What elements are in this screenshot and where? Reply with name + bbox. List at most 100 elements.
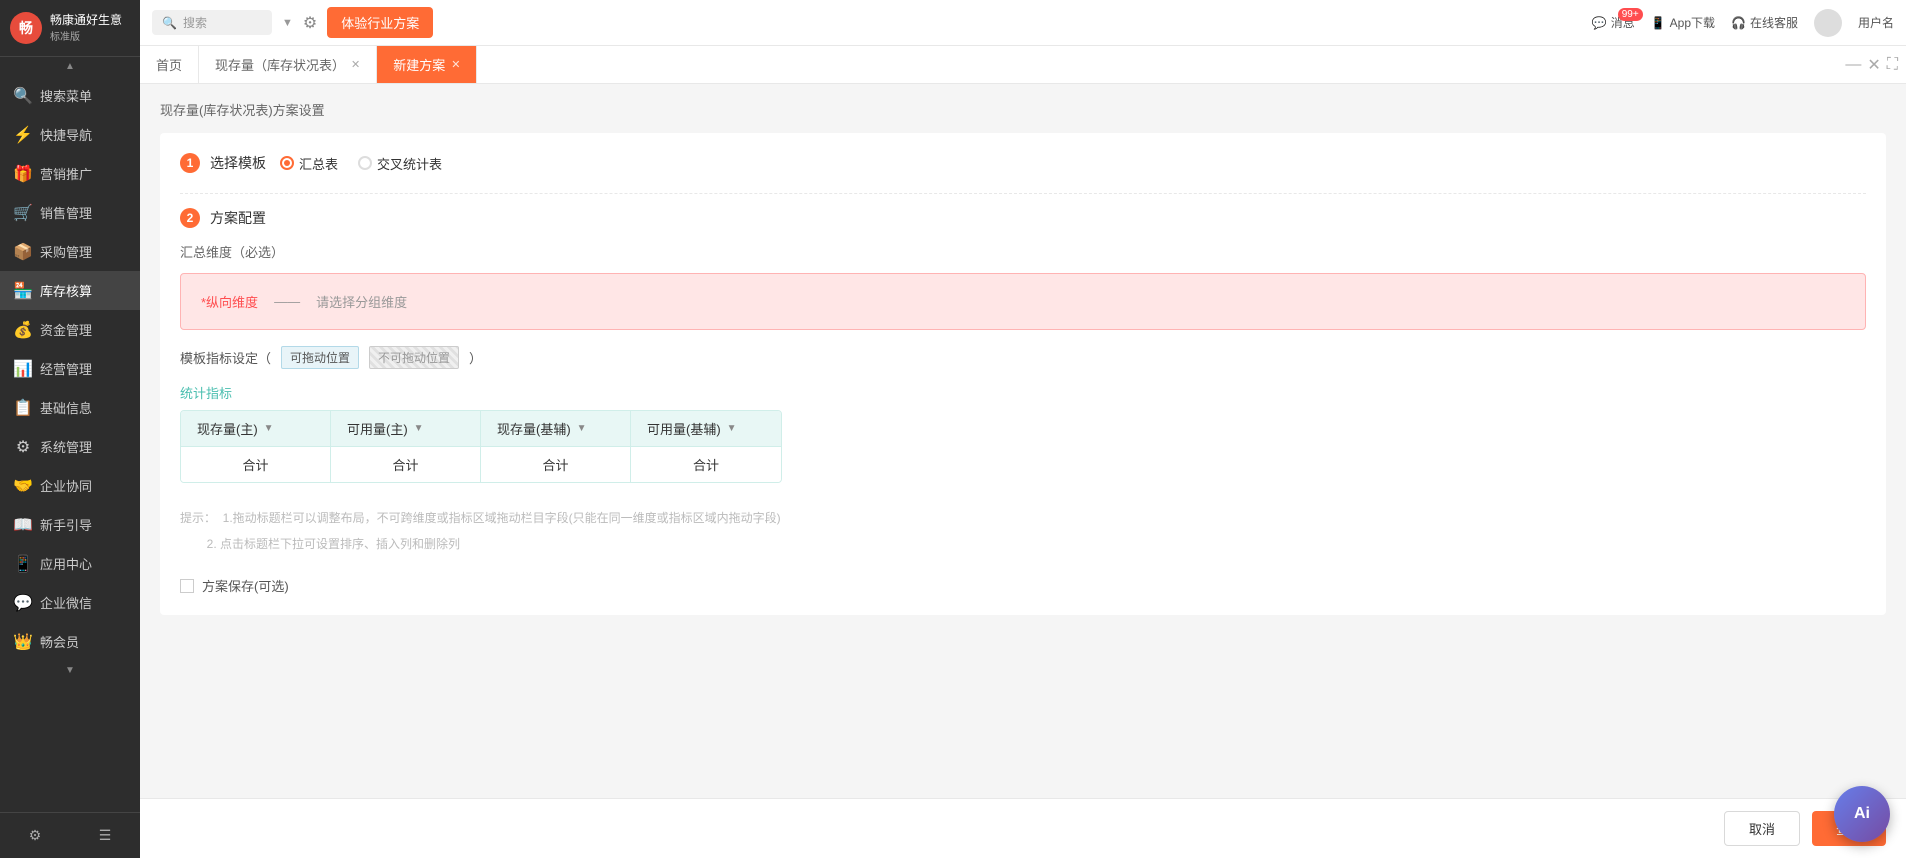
- topbar-search-placeholder: 搜索: [183, 14, 207, 31]
- stats-table-header: 现存量(主) ▼ 可用量(主) ▼ 现存量(基辅) ▼ 可用量(基辅): [181, 411, 781, 446]
- operations-icon: 📊: [14, 360, 32, 378]
- topbar-dropdown-icon[interactable]: ▼: [282, 17, 293, 29]
- tab-home-label: 首页: [156, 55, 182, 74]
- topbar-gear-icon[interactable]: ⚙: [303, 13, 317, 33]
- sidebar-item-cooperation[interactable]: 🤝 企业协同: [0, 466, 140, 505]
- radio-summary[interactable]: 汇总表: [280, 154, 338, 173]
- tab-expand-icon[interactable]: ⛶: [1887, 56, 1898, 74]
- sidebar-item-label: 企业协同: [40, 476, 92, 495]
- sidebar-item-finance[interactable]: 💰 资金管理: [0, 310, 140, 349]
- cancel-button[interactable]: 取消: [1724, 811, 1800, 846]
- sidebar-scroll-up[interactable]: ▲: [0, 57, 140, 76]
- dimension-row[interactable]: *纵向维度 —— 请选择分组维度: [180, 273, 1866, 330]
- save-option-label: 方案保存(可选): [202, 576, 289, 595]
- topbar: 🔍 搜索 ▼ ⚙ 体验行业方案 💬 消息 99+ 📱 App下载 🎧 在线客服 …: [140, 0, 1906, 46]
- sidebar-item-marketing[interactable]: 🎁 营销推广: [0, 154, 140, 193]
- hint-1: 提示： 1.拖动标题栏可以调整布局，不可跨维度或指标区域拖动栏目字段(只能在同一…: [180, 506, 1866, 530]
- tab-new-plan[interactable]: 新建方案 ✕: [377, 46, 477, 83]
- col-header-2-label: 现存量(基辅): [497, 419, 571, 438]
- tab-bar: 首页 现存量（库存状况表） ✕ 新建方案 ✕ — ✕ ⛶: [140, 46, 1906, 84]
- sidebar-item-enterprise-wx[interactable]: 💬 企业微信: [0, 583, 140, 622]
- radio-summary-circle: [280, 156, 294, 170]
- tab-close-all-icon[interactable]: ✕: [1867, 55, 1880, 75]
- col-header-3[interactable]: 可用量(基辅) ▼: [631, 411, 781, 446]
- col-header-1[interactable]: 可用量(主) ▼: [331, 411, 481, 446]
- stats-table-body: 合计 合计 合计 合计: [181, 446, 781, 482]
- ai-button[interactable]: Ai: [1834, 786, 1890, 842]
- topbar-search[interactable]: 🔍 搜索: [152, 10, 272, 35]
- footer: 取消 查询: [140, 798, 1906, 858]
- col-header-0[interactable]: 现存量(主) ▼: [181, 411, 331, 446]
- username-label: 用户名: [1858, 14, 1894, 31]
- sidebar-item-label: 经营管理: [40, 359, 92, 378]
- sidebar-item-system[interactable]: ⚙ 系统管理: [0, 427, 140, 466]
- radio-cross[interactable]: 交叉统计表: [358, 154, 442, 173]
- section1-title: 选择模板: [210, 153, 266, 173]
- member-icon: 👑: [14, 633, 32, 651]
- radio-cross-circle: [358, 156, 372, 170]
- app-logo-icon: 畅: [10, 12, 42, 44]
- tab-inventory[interactable]: 现存量（库存状况表） ✕: [199, 46, 377, 83]
- tab-inventory-close[interactable]: ✕: [351, 58, 360, 71]
- sidebar-item-operations[interactable]: 📊 经营管理: [0, 349, 140, 388]
- section2-title: 方案配置: [210, 208, 266, 228]
- sidebar-scroll-down[interactable]: ▼: [0, 661, 140, 680]
- sidebar-item-label: 畅会员: [40, 632, 79, 651]
- enterprise-wx-icon: 💬: [14, 594, 32, 612]
- purchase-icon: 📦: [14, 243, 32, 261]
- col-header-3-chevron: ▼: [727, 423, 737, 434]
- sidebar-item-label: 基础信息: [40, 398, 92, 417]
- sidebar-item-member[interactable]: 👑 畅会员: [0, 622, 140, 661]
- service-label: 在线客服: [1750, 14, 1798, 31]
- sidebar-item-label: 库存核算: [40, 281, 92, 300]
- dimension-placeholder: 请选择分组维度: [316, 292, 407, 311]
- tab-home[interactable]: 首页: [140, 46, 199, 83]
- hint-2: 2. 点击标题栏下拉可设置排序、插入列和删除列: [180, 532, 1866, 556]
- dimension-separator: ——: [274, 294, 300, 309]
- sidebar-item-basic-info[interactable]: 📋 基础信息: [0, 388, 140, 427]
- col-header-0-label: 现存量(主): [197, 419, 258, 438]
- save-checkbox[interactable]: [180, 579, 194, 593]
- message-icon: 💬: [1592, 16, 1607, 30]
- trial-btn[interactable]: 体验行业方案: [327, 7, 433, 38]
- user-avatar[interactable]: [1814, 9, 1842, 37]
- search-icon: 🔍: [14, 87, 32, 105]
- sidebar-bottom: ⚙ ☰: [0, 812, 140, 858]
- col-cell-0: 合计: [181, 446, 331, 482]
- headset-icon: 🎧: [1731, 16, 1746, 30]
- tab-new-plan-close[interactable]: ✕: [451, 58, 460, 71]
- app-name: 畅康通好生意: [50, 13, 122, 29]
- sidebar-item-sales[interactable]: 🛒 销售管理: [0, 193, 140, 232]
- message-badge: 99+: [1618, 8, 1643, 21]
- sidebar-item-search[interactable]: 🔍 搜索菜单: [0, 76, 140, 115]
- settings-card: 1 选择模板 汇总表 交叉统计表: [160, 133, 1886, 615]
- sidebar-item-label: 企业微信: [40, 593, 92, 612]
- message-btn[interactable]: 💬 消息 99+: [1592, 14, 1635, 31]
- cooperation-icon: 🤝: [14, 477, 32, 495]
- online-service-btn[interactable]: 🎧 在线客服: [1731, 14, 1798, 31]
- sales-icon: 🛒: [14, 204, 32, 222]
- app-download-btn[interactable]: 📱 App下载: [1651, 14, 1715, 31]
- section-choose-template: 1 选择模板 汇总表 交叉统计表: [180, 153, 1866, 173]
- radio-summary-label: 汇总表: [299, 154, 338, 173]
- indicator-settings: 模板指标设定（ 可拖动位置 不可拖动位置 ）: [180, 346, 1866, 369]
- section1-number: 1: [180, 153, 200, 173]
- tab-minimize-icon[interactable]: —: [1845, 56, 1861, 74]
- quick-nav-icon: ⚡: [14, 126, 32, 144]
- section1-header: 1 选择模板 汇总表 交叉统计表: [180, 153, 1866, 173]
- sidebar-item-inventory-check[interactable]: 🏪 库存核算: [0, 271, 140, 310]
- col-header-1-label: 可用量(主): [347, 419, 408, 438]
- sidebar-item-purchase[interactable]: 📦 采购管理: [0, 232, 140, 271]
- sidebar-settings-btn[interactable]: ⚙: [0, 821, 70, 850]
- sidebar-item-new-guide[interactable]: 📖 新手引导: [0, 505, 140, 544]
- col-header-2[interactable]: 现存量(基辅) ▼: [481, 411, 631, 446]
- phone-icon: 📱: [1651, 16, 1666, 30]
- col-header-1-chevron: ▼: [414, 423, 424, 434]
- sidebar-menu-btn[interactable]: ☰: [70, 821, 140, 850]
- topbar-search-icon: 🔍: [162, 16, 177, 30]
- col-header-2-chevron: ▼: [577, 423, 587, 434]
- finance-icon: 💰: [14, 321, 32, 339]
- sidebar-item-app-center[interactable]: 📱 应用中心: [0, 544, 140, 583]
- sidebar-item-quick-nav[interactable]: ⚡ 快捷导航: [0, 115, 140, 154]
- basic-info-icon: 📋: [14, 399, 32, 417]
